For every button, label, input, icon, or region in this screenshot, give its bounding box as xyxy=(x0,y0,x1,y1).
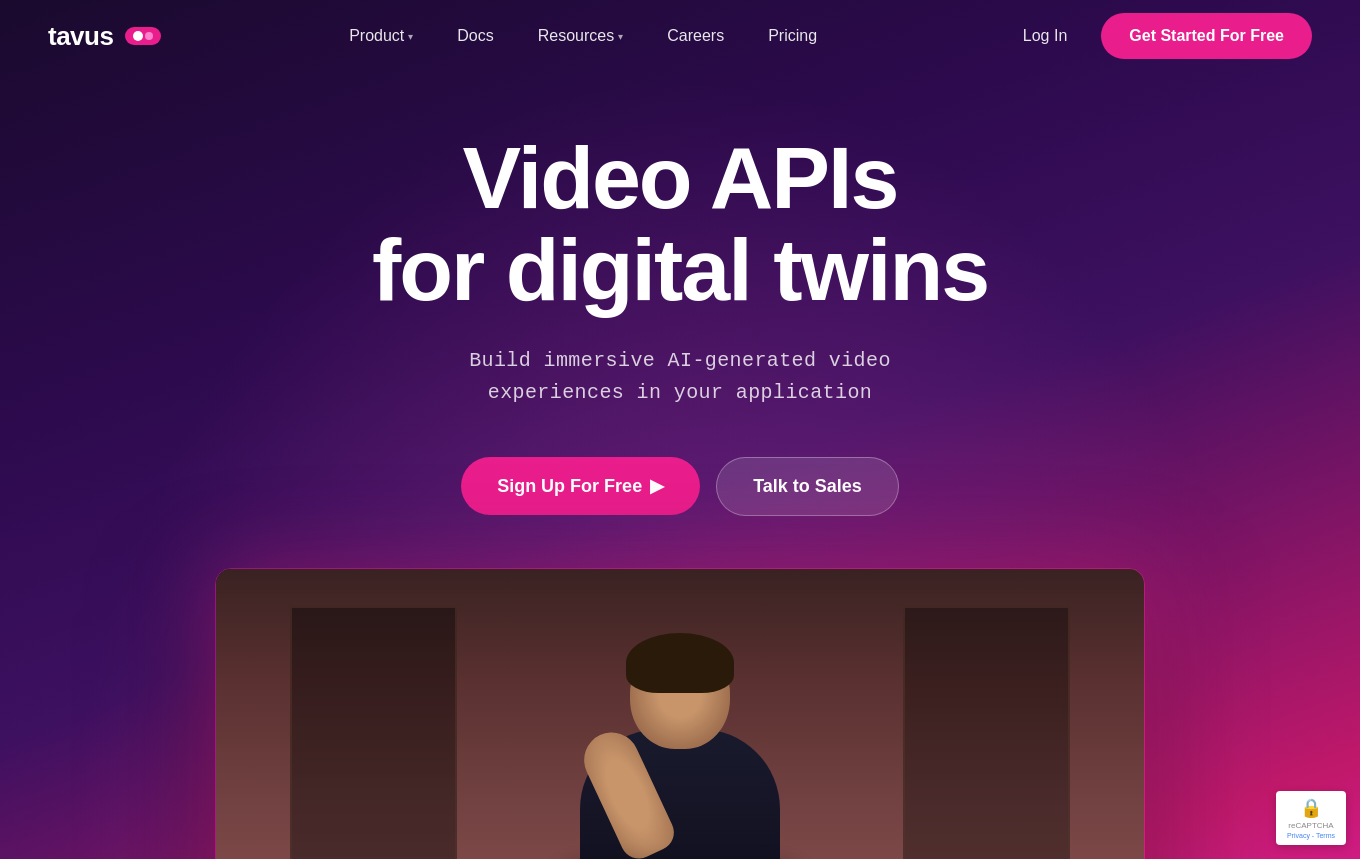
nav-right: Log In Get Started For Free xyxy=(1005,13,1312,59)
login-button[interactable]: Log In xyxy=(1005,19,1085,53)
hero-title: Video APIs for digital twins xyxy=(0,132,1360,317)
video-frame: Try talking to Carter xyxy=(216,569,1144,859)
hero-section: Video APIs for digital twins Build immer… xyxy=(0,72,1360,859)
video-container: Try talking to Carter xyxy=(215,568,1145,859)
navbar: tavus Product ▾ Docs Resources ▾ Careers xyxy=(0,0,1360,72)
recaptcha-logo: 🔒 xyxy=(1300,797,1322,819)
nav-link-pricing[interactable]: Pricing xyxy=(750,19,835,53)
signup-button[interactable]: Sign Up For Free ▶ xyxy=(461,457,700,515)
hero-subtitle: Build immersive AI-generated video exper… xyxy=(0,345,1360,409)
play-icon: ▶ xyxy=(650,475,664,497)
get-started-button[interactable]: Get Started For Free xyxy=(1101,13,1312,59)
person-hair xyxy=(626,633,734,693)
recaptcha-badge: 🔒 reCAPTCHA Privacy - Terms xyxy=(1276,791,1346,845)
person-figure xyxy=(520,619,840,859)
recaptcha-label: reCAPTCHA xyxy=(1288,821,1333,830)
nav-link-careers[interactable]: Careers xyxy=(649,19,742,53)
hero-buttons: Sign Up For Free ▶ Talk to Sales xyxy=(0,457,1360,516)
logo-dot-left xyxy=(133,31,143,41)
logo-text: tavus xyxy=(48,21,113,52)
logo-dot-right xyxy=(145,32,153,40)
nav-link-resources[interactable]: Resources ▾ xyxy=(520,19,641,53)
talk-sales-button[interactable]: Talk to Sales xyxy=(716,457,899,516)
recaptcha-links: Privacy - Terms xyxy=(1287,832,1335,839)
chevron-down-icon-2: ▾ xyxy=(618,31,623,42)
nav-link-docs[interactable]: Docs xyxy=(439,19,511,53)
nav-links: Product ▾ Docs Resources ▾ Careers Prici… xyxy=(331,19,835,53)
nav-link-product[interactable]: Product ▾ xyxy=(331,19,431,53)
logo[interactable]: tavus xyxy=(48,21,161,52)
chevron-down-icon: ▾ xyxy=(408,31,413,42)
logo-icon xyxy=(125,27,161,45)
